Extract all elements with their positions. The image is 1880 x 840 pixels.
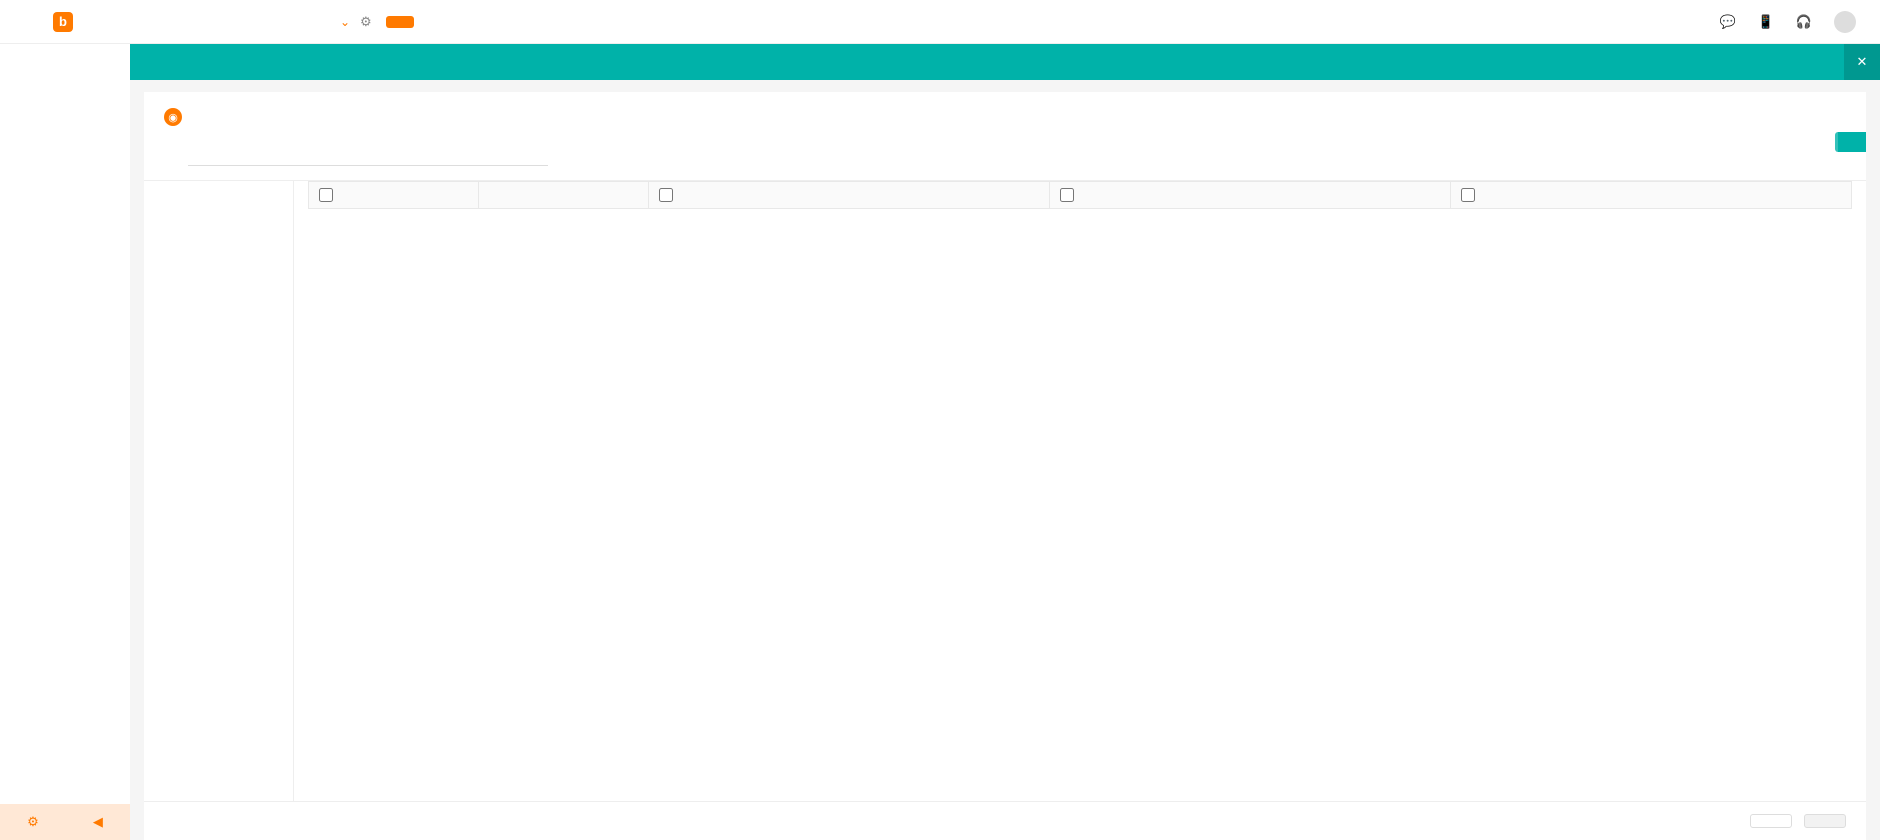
table-wrap [294, 181, 1866, 801]
support-link[interactable]: 🎧 [1796, 14, 1816, 30]
logo-icon: b [53, 12, 73, 32]
avatar [1834, 11, 1856, 33]
header-operate-checkbox[interactable] [659, 188, 673, 202]
close-all-tabs[interactable]: ✕ [1844, 44, 1880, 80]
role-icon: ◉ [164, 108, 182, 126]
gear-icon[interactable]: ⚙ [360, 14, 372, 30]
nav-footer: ⚙ ◀ [0, 804, 130, 840]
header-right: 💬 📱 🎧 [1719, 11, 1880, 33]
content-area: ✕ ◉ [130, 44, 1880, 840]
industry-plan-button[interactable] [386, 16, 414, 28]
module-list [144, 181, 294, 801]
headset-icon: 🎧 [1796, 14, 1812, 30]
chevron-down-icon: ⌄ [340, 15, 350, 29]
phone-icon: 📱 [1758, 14, 1774, 30]
logo-area: b [0, 12, 130, 32]
user-menu[interactable] [1834, 11, 1860, 33]
header-modify-checkbox[interactable] [1461, 188, 1475, 202]
app-download-link[interactable]: 📱 [1758, 14, 1778, 30]
permission-body [144, 181, 1866, 801]
header-module-checkbox[interactable] [319, 188, 333, 202]
message-icon: 💬 [1719, 14, 1735, 30]
fullscreen-tip[interactable] [1835, 132, 1866, 152]
name-row [144, 134, 1866, 180]
permission-table [308, 181, 1852, 209]
collapse-icon[interactable]: ◀ [93, 814, 103, 830]
settings-icon[interactable]: ⚙ [27, 814, 39, 830]
name-input[interactable] [188, 142, 548, 166]
tabbar: ✕ [130, 44, 1880, 80]
header-view-checkbox[interactable] [1060, 188, 1074, 202]
left-nav: ⚙ ◀ [0, 44, 130, 840]
footer-bar [144, 801, 1866, 840]
top-header: b ⌄ ⚙ 💬 📱 🎧 [0, 0, 1880, 44]
page-head: ◉ [144, 92, 1866, 134]
save-button[interactable] [1804, 814, 1846, 828]
cancel-button[interactable] [1750, 814, 1792, 828]
panel: ◉ [144, 92, 1866, 840]
message-link[interactable]: 💬 [1719, 14, 1739, 30]
edition-select[interactable]: ⌄ [150, 8, 350, 36]
